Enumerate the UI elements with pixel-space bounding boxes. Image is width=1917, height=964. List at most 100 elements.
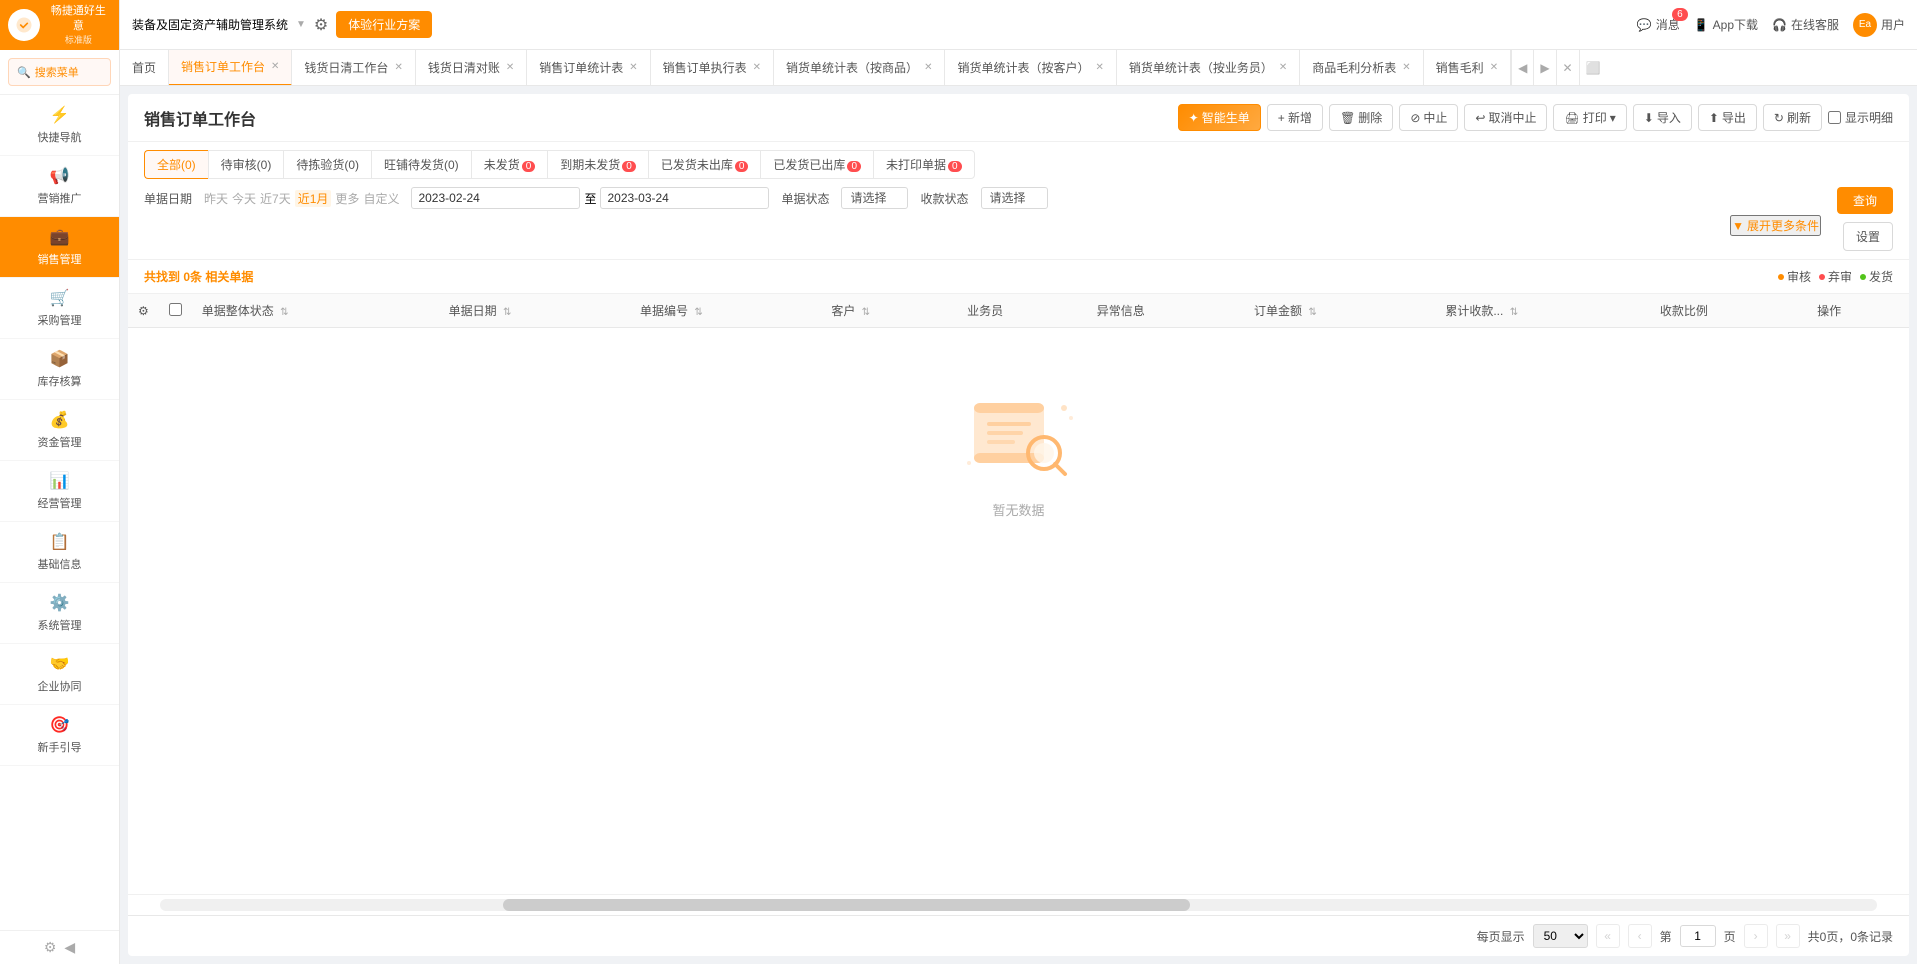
filter-tab-pending-check[interactable]: 待拣验货(0) — [283, 150, 371, 179]
page-number-input[interactable] — [1680, 925, 1716, 947]
date-yesterday[interactable]: 昨天 — [204, 190, 228, 207]
horizontal-scrollbar[interactable] — [160, 899, 1877, 911]
app-download-btn[interactable]: 📱 App下载 — [1694, 16, 1758, 33]
export-button[interactable]: ⬆ 导出 — [1698, 104, 1757, 131]
tabs-next-btn[interactable]: ▶ — [1533, 50, 1555, 86]
status-filter-select[interactable]: 请选择 — [841, 187, 908, 209]
refresh-button[interactable]: ↻ 刷新 — [1763, 104, 1822, 131]
sidebar-item-system[interactable]: ⚙️ 系统管理 — [0, 583, 119, 644]
filter-tab-shipped-not-out[interactable]: 已发货未出库0 — [648, 150, 761, 179]
date-1month[interactable]: 近1月 — [295, 190, 332, 207]
tab-close-gross-profit[interactable]: ✕ — [1402, 62, 1410, 73]
th-status: 单据整体状态 ⇅ — [192, 294, 439, 328]
sidebar-item-sales[interactable]: 💼 销售管理 — [0, 217, 119, 278]
show-detail-checkbox[interactable]: 显示明细 — [1828, 109, 1893, 126]
page-size-select[interactable]: 50 10 20 100 — [1533, 924, 1588, 948]
ai-generate-button[interactable]: ✦ 智能生单 — [1178, 104, 1261, 131]
tab-gross-profit[interactable]: 商品毛利分析表 ✕ — [1300, 50, 1423, 86]
date-to-input[interactable] — [600, 187, 769, 209]
sidebar-item-marketing[interactable]: 📢 营销推广 — [0, 156, 119, 217]
sidebar-collapse-btn[interactable]: ◀ — [64, 939, 75, 956]
date-filter-label: 单据日期 — [144, 190, 192, 207]
tab-cash-daily[interactable]: 钱货日清工作台 ✕ — [292, 50, 415, 86]
tab-close-sales-by-customer[interactable]: ✕ — [1095, 62, 1103, 73]
tabs-prev-btn[interactable]: ◀ — [1511, 50, 1533, 86]
sidebar-item-baseinfo[interactable]: 📋 基础信息 — [0, 522, 119, 583]
batch-ship-btn[interactable]: 发货 — [1860, 268, 1893, 285]
user-menu-btn[interactable]: Ea 用户 — [1853, 13, 1905, 37]
date-7days[interactable]: 近7天 — [260, 190, 291, 207]
tab-sales-by-staff[interactable]: 销货单统计表（按业务员） ✕ — [1117, 50, 1300, 86]
add-button[interactable]: + 新增 — [1267, 104, 1323, 131]
tab-close-cash-reconcile[interactable]: ✕ — [506, 62, 514, 73]
sidebar-item-inventory[interactable]: 📦 库存核算 — [0, 339, 119, 400]
page-next-btn[interactable]: › — [1744, 924, 1768, 948]
tab-close-cash-daily[interactable]: ✕ — [394, 62, 402, 73]
print-button[interactable]: 🖨 打印 ▾ — [1553, 104, 1626, 131]
show-detail-input[interactable] — [1828, 111, 1841, 124]
stop-button[interactable]: ⊘ 中止 — [1399, 104, 1458, 131]
topbar-dropdown-arrow[interactable]: ▼ — [296, 19, 306, 30]
tab-sales-stats[interactable]: 销售订单统计表 ✕ — [527, 50, 650, 86]
page-first-btn[interactable]: « — [1596, 924, 1620, 948]
sidebar-item-purchase[interactable]: 🛒 采购管理 — [0, 278, 119, 339]
filter-tab-not-shipped[interactable]: 未发货0 — [471, 150, 548, 179]
date-more[interactable]: 更多 — [335, 190, 359, 207]
sidebar-item-quicknav[interactable]: ⚡ 快捷导航 — [0, 95, 119, 156]
tabs-maximize-btn[interactable]: ⬜ — [1579, 50, 1607, 86]
filter-tab-wangpu[interactable]: 旺铺待发货(0) — [371, 150, 471, 179]
tabs-close-all-btn[interactable]: ✕ — [1556, 50, 1579, 86]
batch-review-btn[interactable]: 审核 — [1778, 268, 1811, 285]
tab-close-sales-by-product[interactable]: ✕ — [924, 62, 932, 73]
sidebar-settings-btn[interactable]: ⚙ — [44, 939, 57, 956]
date-custom[interactable]: 自定义 — [363, 190, 399, 207]
batch-cancel-review-btn[interactable]: 弃审 — [1819, 268, 1852, 285]
page-last-btn[interactable]: » — [1776, 924, 1800, 948]
tab-sales-workbench[interactable]: 销售订单工作台 ✕ — [169, 50, 292, 86]
tab-close-sales-stats[interactable]: ✕ — [629, 62, 637, 73]
scrollbar-thumb[interactable] — [503, 899, 1190, 911]
topbar-title: 装备及固定资产辅助管理系统 — [132, 16, 288, 33]
tab-close-sales-exec[interactable]: ✕ — [753, 62, 761, 73]
ship-dot — [1860, 274, 1866, 280]
filter-tab-all[interactable]: 全部(0) — [144, 150, 208, 179]
sidebar-item-enterprise[interactable]: 🤝 企业协同 — [0, 644, 119, 705]
tab-sales-profit[interactable]: 销售毛利 ✕ — [1424, 50, 1511, 86]
tab-sales-exec[interactable]: 销售订单执行表 ✕ — [651, 50, 774, 86]
th-settings[interactable]: ⚙ — [128, 294, 159, 328]
import-button[interactable]: ⬇ 导入 — [1633, 104, 1692, 131]
tab-cash-reconcile[interactable]: 钱货日清对账 ✕ — [416, 50, 527, 86]
filter-tab-not-printed[interactable]: 未打印单据0 — [873, 150, 975, 179]
filter-right-actions: 查询 设置 — [1837, 187, 1893, 251]
filter-tab-overdue[interactable]: 到期未发货0 — [547, 150, 648, 179]
tab-close-sales-workbench[interactable]: ✕ — [271, 61, 279, 72]
solution-button[interactable]: 体验行业方案 — [336, 11, 432, 38]
topbar-settings-icon[interactable]: ⚙ — [314, 15, 328, 35]
tab-close-sales-by-staff[interactable]: ✕ — [1279, 62, 1287, 73]
online-service-btn[interactable]: 🎧 在线客服 — [1772, 16, 1839, 33]
tab-close-sales-profit[interactable]: ✕ — [1490, 62, 1498, 73]
cancel-stop-button[interactable]: ↩ 取消中止 — [1464, 104, 1547, 131]
date-from-input[interactable] — [411, 187, 580, 209]
filter-tab-shipped-out[interactable]: 已发货已出库0 — [760, 150, 873, 179]
filter-tab-pending-review[interactable]: 待审核(0) — [208, 150, 284, 179]
select-all-checkbox[interactable] — [169, 303, 182, 316]
table-toolbar: 共找到 0条 相关单据 审核 弃审 — [128, 260, 1909, 294]
search-menu-button[interactable]: 🔍 搜索菜单 — [8, 58, 111, 86]
status-filter-label: 单据状态 — [781, 190, 829, 207]
tab-sales-by-customer[interactable]: 销货单统计表（按客户） ✕ — [945, 50, 1116, 86]
payment-status-select[interactable]: 请选择 — [981, 187, 1048, 209]
th-checkbox[interactable] — [159, 294, 192, 328]
tab-home[interactable]: 首页 — [120, 50, 169, 86]
query-button[interactable]: 查询 — [1837, 187, 1893, 214]
page-prev-btn[interactable]: ‹ — [1628, 924, 1652, 948]
sidebar-item-finance[interactable]: 💰 资金管理 — [0, 400, 119, 461]
expand-filters-btn[interactable]: ▼ 展开更多条件 — [1730, 215, 1821, 236]
date-today[interactable]: 今天 — [232, 190, 256, 207]
sidebar-item-guide[interactable]: 🎯 新手引导 — [0, 705, 119, 766]
delete-button[interactable]: 🗑 删除 — [1329, 104, 1393, 131]
sidebar-item-operation[interactable]: 📊 经营管理 — [0, 461, 119, 522]
tab-sales-by-product[interactable]: 销货单统计表（按商品） ✕ — [774, 50, 945, 86]
set-button[interactable]: 设置 — [1843, 222, 1893, 251]
messages-btn[interactable]: 💬 消息 6 — [1637, 16, 1680, 33]
